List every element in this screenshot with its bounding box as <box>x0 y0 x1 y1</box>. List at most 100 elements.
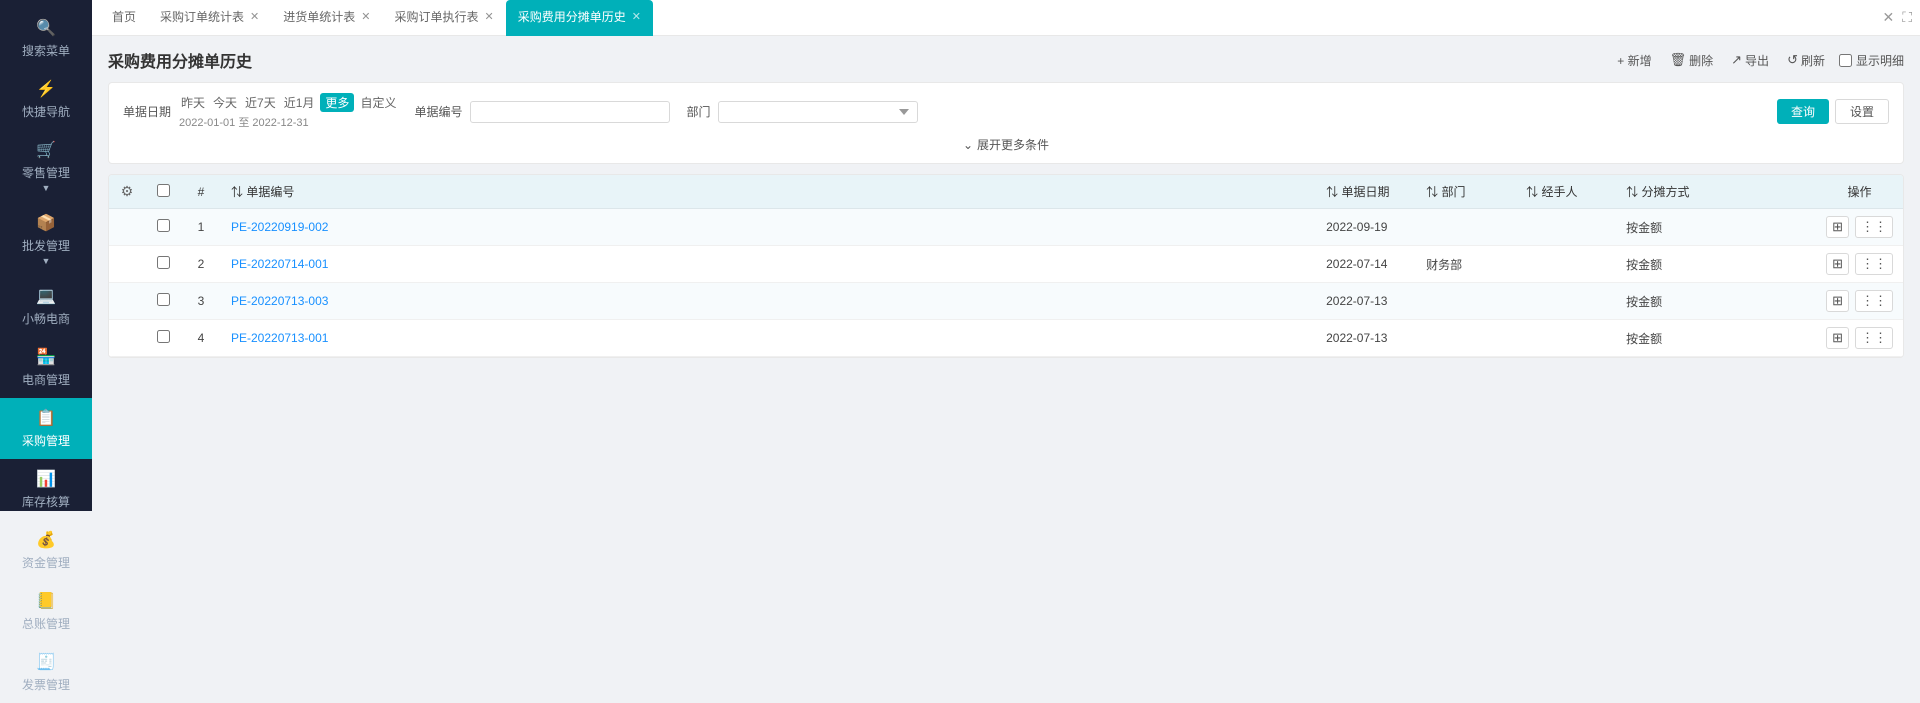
retail-icon: 🛒 <box>36 140 56 160</box>
row-split-0: 按金额 <box>1616 209 1816 246</box>
row-no-1: 2 <box>181 246 221 283</box>
view-btn-0[interactable]: ⊞ <box>1826 216 1849 238</box>
doc-no-field: 单据编号 <box>414 101 670 123</box>
row-no-3: 4 <box>181 320 221 357</box>
sidebar-item-wholesale[interactable]: 📦 批发管理 ▼ <box>0 203 92 276</box>
shortcut-1month[interactable]: 近1月 <box>282 93 317 112</box>
tab-purchase-stats[interactable]: 采购订单统计表 ✕ <box>148 0 271 36</box>
sidebar-item-search[interactable]: 🔍 搜索菜单 <box>0 8 92 69</box>
finance-icon: 💰 <box>36 530 56 550</box>
row-checkbox-0[interactable] <box>157 219 170 232</box>
edit-btn-0[interactable]: ⋮⋮ <box>1855 216 1893 238</box>
row-split-3: 按金额 <box>1616 320 1816 357</box>
doc-no-input[interactable] <box>470 101 670 123</box>
shortcut-more[interactable]: 更多 <box>320 93 354 112</box>
main-content: 首页 采购订单统计表 ✕ 进货单统计表 ✕ 采购订单执行表 ✕ 采购费用分摊单历… <box>92 0 1920 511</box>
quicknav-icon: ⚡ <box>36 79 56 99</box>
tab-cost-history-close[interactable]: ✕ <box>632 10 641 23</box>
sidebar-item-quicknav[interactable]: ⚡ 快捷导航 <box>0 69 92 130</box>
sort-handler-icon[interactable]: ⇅ <box>1526 185 1538 199</box>
query-button[interactable]: 查询 <box>1777 99 1829 124</box>
row-settings-0 <box>109 209 145 246</box>
row-checkbox-1[interactable] <box>157 256 170 269</box>
tab-inbound-stats[interactable]: 进货单统计表 ✕ <box>271 0 382 36</box>
tab-actions: ✕ ⛶ <box>1882 9 1912 26</box>
row-no-0: 1 <box>181 209 221 246</box>
sort-dept-icon[interactable]: ⇅ <box>1426 185 1438 199</box>
action-btns-2: ⊞ ⋮⋮ <box>1826 290 1893 312</box>
row-checkbox-3[interactable] <box>157 330 170 343</box>
doc-no-link-3[interactable]: PE-20220713-001 <box>231 331 328 345</box>
tab-home[interactable]: 首页 <box>100 0 148 36</box>
wholesale-icon: 📦 <box>36 213 56 233</box>
sort-date-icon[interactable]: ⇅ <box>1326 185 1338 199</box>
th-dept: ⇅ 部门 <box>1416 175 1516 209</box>
dept-label: 部门 <box>686 103 710 120</box>
row-date-2: 2022-07-13 <box>1316 283 1416 320</box>
view-btn-2[interactable]: ⊞ <box>1826 290 1849 312</box>
row-split-2: 按金额 <box>1616 283 1816 320</box>
doc-no-link-2[interactable]: PE-20220713-003 <box>231 294 328 308</box>
settings-button[interactable]: 设置 <box>1835 99 1889 124</box>
action-btns-1: ⊞ ⋮⋮ <box>1826 253 1893 275</box>
doc-no-link-0[interactable]: PE-20220919-002 <box>231 220 328 234</box>
row-check-2 <box>145 283 181 320</box>
sidebar-item-ecommerce-small[interactable]: 💻 小畅电商 <box>0 276 92 337</box>
show-cols-toggle[interactable]: 显示明细 <box>1839 52 1904 69</box>
export-button[interactable]: ↗ 导出 <box>1727 50 1773 71</box>
tab-inbound-stats-close[interactable]: ✕ <box>361 10 370 23</box>
sidebar-item-ledger[interactable]: 📒 总账管理 <box>0 581 92 642</box>
edit-btn-3[interactable]: ⋮⋮ <box>1855 327 1893 349</box>
doc-no-link-1[interactable]: PE-20220714-001 <box>231 257 328 271</box>
table-row: 3 PE-20220713-003 2022-07-13 按金额 ⊞ ⋮⋮ <box>109 283 1903 320</box>
close-window-icon[interactable]: ✕ <box>1882 9 1894 26</box>
sidebar-item-finance[interactable]: 💰 资金管理 <box>0 520 92 581</box>
doc-no-label: 单据编号 <box>414 103 462 120</box>
sort-doc-icon[interactable]: ⇅ <box>231 185 243 199</box>
shortcut-custom[interactable]: 自定义 <box>358 93 398 112</box>
refresh-button[interactable]: ↺ 刷新 <box>1783 50 1829 71</box>
sidebar-item-ecommerce[interactable]: 🏪 电商管理 <box>0 337 92 398</box>
edit-btn-1[interactable]: ⋮⋮ <box>1855 253 1893 275</box>
show-cols-checkbox[interactable] <box>1839 54 1852 67</box>
sidebar-item-invoice[interactable]: 🧾 发票管理 <box>0 642 92 703</box>
select-all-checkbox[interactable] <box>157 184 170 197</box>
expand-button[interactable]: ⌄ 展开更多条件 <box>963 136 1049 153</box>
row-handler-2 <box>1516 283 1616 320</box>
row-checkbox-2[interactable] <box>157 293 170 306</box>
row-handler-0 <box>1516 209 1616 246</box>
sidebar-item-retail[interactable]: 🛒 零售管理 ▼ <box>0 130 92 203</box>
action-btns-3: ⊞ ⋮⋮ <box>1826 327 1893 349</box>
shortcut-today[interactable]: 今天 <box>211 93 239 112</box>
search-icon: 🔍 <box>36 18 56 38</box>
tab-purchase-exec[interactable]: 采购订单执行表 ✕ <box>382 0 505 36</box>
data-table: ⚙ # ⇅ 单据编号 ⇅ 单据日期 <box>109 175 1903 357</box>
sort-split-icon[interactable]: ⇅ <box>1626 185 1638 199</box>
view-btn-1[interactable]: ⊞ <box>1826 253 1849 275</box>
tab-purchase-stats-close[interactable]: ✕ <box>250 10 259 23</box>
tab-purchase-exec-close[interactable]: ✕ <box>485 10 494 23</box>
dept-field: 部门 财务部 <box>686 101 918 123</box>
date-label: 单据日期 <box>123 103 171 120</box>
edit-btn-2[interactable]: ⋮⋮ <box>1855 290 1893 312</box>
shortcut-yesterday[interactable]: 昨天 <box>179 93 207 112</box>
row-doc-no-2: PE-20220713-003 <box>221 283 1316 320</box>
table-row: 2 PE-20220714-001 2022-07-14 财务部 按金额 ⊞ ⋮… <box>109 246 1903 283</box>
page-title: 采购费用分摊单历史 <box>108 48 252 72</box>
view-btn-3[interactable]: ⊞ <box>1826 327 1849 349</box>
add-button[interactable]: + 新增 <box>1613 50 1655 71</box>
ledger-icon: 📒 <box>36 591 56 611</box>
shortcut-7days[interactable]: 近7天 <box>243 93 278 112</box>
row-doc-no-1: PE-20220714-001 <box>221 246 1316 283</box>
dept-select[interactable]: 财务部 <box>718 101 918 123</box>
search-row: 单据日期 昨天 今天 近7天 近1月 更多 自定义 2022-01-01 至 2… <box>123 93 1889 130</box>
settings-gear-icon[interactable]: ⚙ <box>121 183 134 199</box>
delete-button[interactable]: 🗑 删除 <box>1666 50 1718 71</box>
th-doc-no: ⇅ 单据编号 <box>221 175 1316 209</box>
row-settings-2 <box>109 283 145 320</box>
th-action: 操作 <box>1816 175 1903 209</box>
sidebar-item-purchase[interactable]: 📋 采购管理 <box>0 398 92 459</box>
maximize-window-icon[interactable]: ⛶ <box>1902 9 1912 26</box>
date-field: 单据日期 昨天 今天 近7天 近1月 更多 自定义 2022-01-01 至 2… <box>123 93 398 130</box>
tab-cost-history[interactable]: 采购费用分摊单历史 ✕ <box>506 0 653 36</box>
